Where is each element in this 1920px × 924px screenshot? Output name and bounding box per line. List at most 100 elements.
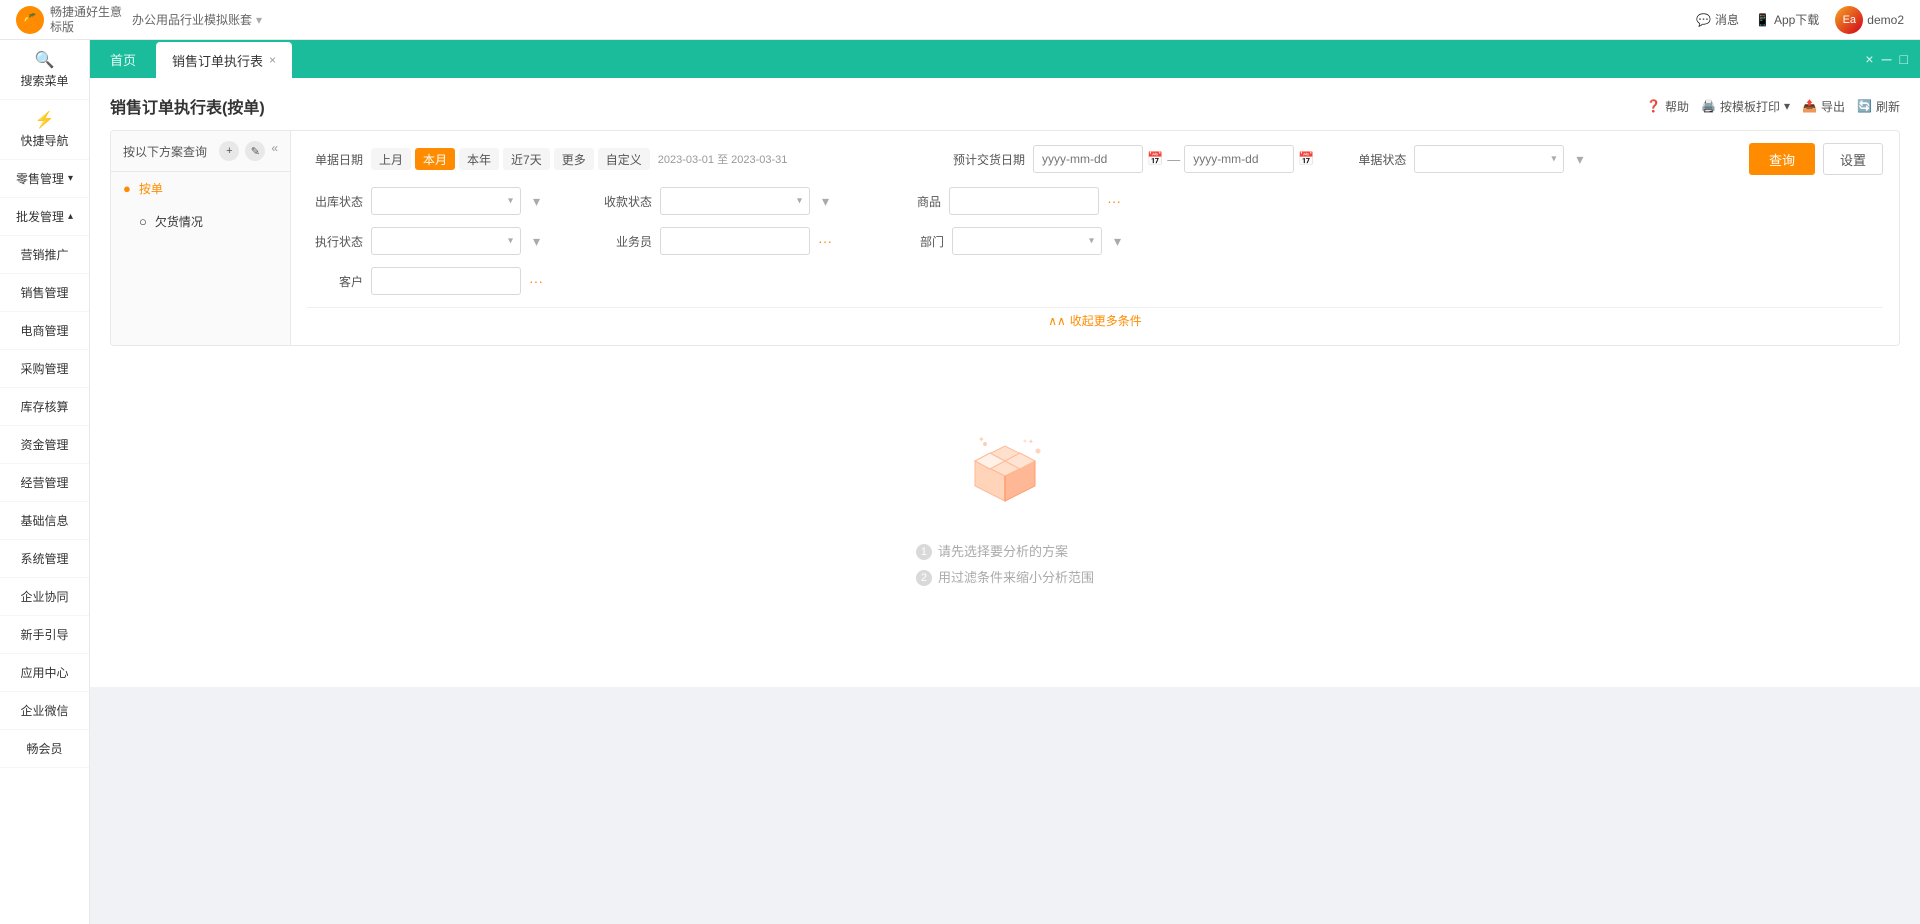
order-status-select-wrap: [1414, 145, 1564, 173]
date-tag-current-month[interactable]: 本月: [415, 148, 455, 170]
sidebar-item-marketing[interactable]: 营销推广: [0, 236, 89, 274]
date-tag-last-month[interactable]: 上月: [371, 148, 411, 170]
scheme-item-order[interactable]: ● 按单: [111, 172, 290, 205]
logo-text: 畅捷通好生意 标版: [50, 5, 122, 34]
close-window-icon[interactable]: ×: [1865, 51, 1873, 67]
top-bar-right: 💬 消息 📱 App下载 Ea demo2: [1696, 6, 1904, 34]
minimize-icon[interactable]: ─: [1882, 51, 1892, 67]
filter-field-delivery: 出库状态 ▾: [307, 187, 540, 215]
export-icon: 📤: [1802, 99, 1817, 113]
salesperson-label: 业务员: [596, 233, 652, 250]
sidebar-item-basic[interactable]: 基础信息: [0, 502, 89, 540]
sidebar-item-inventory[interactable]: 库存核算: [0, 388, 89, 426]
empty-box-svg: ✦ ✦: [960, 426, 1050, 516]
breadcrumb-dropdown-icon[interactable]: ▾: [256, 13, 262, 27]
content-body: 按以下方案查询 + ✎ «: [110, 130, 1900, 346]
sidebar-item-quick-nav[interactable]: ⚡ 快捷导航: [0, 100, 89, 160]
breadcrumb[interactable]: 办公用品行业模拟账套 ▾: [132, 11, 262, 28]
search-button[interactable]: 查询: [1749, 143, 1815, 175]
app-download-button[interactable]: 📱 App下载: [1755, 11, 1819, 28]
tab-sales-order[interactable]: 销售订单执行表 ×: [156, 42, 292, 78]
top-bar-left: 🍊 畅捷通好生意 标版 办公用品行业模拟账套 ▾: [16, 5, 262, 34]
date-tag-current-year[interactable]: 本年: [459, 148, 499, 170]
sidebar-item-purchase[interactable]: 采购管理: [0, 350, 89, 388]
exec-status-select[interactable]: [371, 227, 521, 255]
scheme-edit-button[interactable]: ✎: [245, 141, 265, 161]
sidebar-item-finance[interactable]: 资金管理: [0, 426, 89, 464]
scheme-item-shortage[interactable]: ○ 欠货情况: [111, 205, 290, 238]
sidebar-item-system[interactable]: 系统管理: [0, 540, 89, 578]
filter-field-receipt: 收款状态 ▾: [596, 187, 829, 215]
user-menu[interactable]: Ea demo2: [1835, 6, 1904, 34]
sidebar-item-wholesale[interactable]: 批发管理 ▴: [0, 198, 89, 236]
maximize-icon[interactable]: □: [1900, 51, 1908, 67]
settings-button[interactable]: 设置: [1823, 143, 1883, 175]
delivery-dropdown-icon[interactable]: ▾: [533, 193, 540, 210]
collapse-row[interactable]: ∧∧ 收起更多条件: [307, 307, 1883, 333]
expected-date-start[interactable]: [1033, 145, 1143, 173]
filter-field-product: 商品 ···: [885, 187, 1121, 215]
sidebar-item-sales[interactable]: 销售管理: [0, 274, 89, 312]
customer-more-icon[interactable]: ···: [529, 273, 543, 289]
svg-text:✦: ✦: [978, 435, 985, 444]
receipt-status-wrap: [660, 187, 810, 215]
customer-label: 客户: [307, 273, 363, 290]
refresh-button[interactable]: 🔄 刷新: [1857, 98, 1900, 115]
help-button[interactable]: ❓ 帮助: [1646, 98, 1689, 115]
expected-date-end[interactable]: [1184, 145, 1294, 173]
print-button[interactable]: 🖨️ 按模板打印 ▾: [1701, 98, 1790, 115]
filter-field-customer: 客户 ···: [307, 267, 543, 295]
order-status-expand-icon[interactable]: ▾: [1576, 151, 1583, 168]
exec-dropdown-icon[interactable]: ▾: [533, 233, 540, 250]
receipt-dropdown-icon[interactable]: ▾: [822, 193, 829, 210]
print-dropdown-icon[interactable]: ▾: [1784, 99, 1790, 113]
sidebar-item-ecommerce[interactable]: 电商管理: [0, 312, 89, 350]
customer-input[interactable]: [371, 267, 521, 295]
sidebar-item-member[interactable]: 畅会员: [0, 730, 89, 768]
date-tag-custom[interactable]: 自定义: [598, 148, 650, 170]
calendar-end-icon[interactable]: 📅: [1298, 151, 1314, 167]
product-input[interactable]: [949, 187, 1099, 215]
salesperson-input[interactable]: [660, 227, 810, 255]
date-separator: —: [1167, 152, 1180, 167]
page-title: 销售订单执行表(按单): [110, 94, 265, 118]
sidebar-item-retail[interactable]: 零售管理 ▾: [0, 160, 89, 198]
filter-row-1: 单据日期 上月 本月 本年 近7天 更多 自定义 2023-03-01 至 20…: [307, 143, 1883, 175]
sidebar-item-onboarding[interactable]: 新手引导: [0, 616, 89, 654]
sidebar-item-enterprise[interactable]: 企业协同: [0, 578, 89, 616]
delivery-status-label: 出库状态: [307, 193, 363, 210]
receipt-status-select[interactable]: [660, 187, 810, 215]
scheme-header: 按以下方案查询 + ✎ «: [111, 131, 290, 172]
message-icon: 💬: [1696, 13, 1711, 27]
dept-dropdown-icon[interactable]: ▾: [1114, 233, 1121, 250]
chevron-down-icon: ▾: [68, 173, 73, 184]
scheme-collapse-button[interactable]: «: [271, 141, 278, 161]
search-action-area: 查询 设置: [1749, 143, 1883, 175]
chevron-up-icon: ▴: [68, 211, 73, 222]
sidebar-item-operations[interactable]: 经营管理: [0, 464, 89, 502]
salesperson-more-icon[interactable]: ···: [818, 233, 832, 249]
order-status-select[interactable]: [1414, 145, 1564, 173]
date-tag-more[interactable]: 更多: [554, 148, 594, 170]
product-more-icon[interactable]: ···: [1107, 193, 1121, 209]
page-content: 销售订单执行表(按单) ❓ 帮助 🖨️ 按模板打印 ▾ 📤: [90, 78, 1920, 924]
scheme-panel: 按以下方案查询 + ✎ «: [111, 131, 291, 345]
message-button[interactable]: 💬 消息: [1696, 11, 1739, 28]
export-button[interactable]: 📤 导出: [1802, 98, 1845, 115]
date-tag-row: 上月 本月 本年 近7天 更多 自定义 2023-03-01 至 2023-03…: [371, 148, 787, 170]
collapse-up-icon: ∧∧: [1048, 314, 1066, 328]
sidebar-item-search[interactable]: 🔍 搜索菜单: [0, 40, 89, 100]
sidebar-item-wechat[interactable]: 企业微信: [0, 692, 89, 730]
tab-home[interactable]: 首页: [90, 40, 156, 78]
scheme-add-button[interactable]: +: [219, 141, 239, 161]
dept-select[interactable]: [952, 227, 1102, 255]
filter-field-salesperson: 业务员 ···: [596, 227, 832, 255]
dept-label: 部门: [888, 233, 944, 250]
tab-close-icon[interactable]: ×: [269, 53, 276, 67]
print-icon: 🖨️: [1701, 99, 1716, 113]
calendar-start-icon[interactable]: 📅: [1147, 151, 1163, 167]
sidebar-item-appstore[interactable]: 应用中心: [0, 654, 89, 692]
date-tag-last-7-days[interactable]: 近7天: [503, 148, 550, 170]
quick-nav-icon: ⚡: [4, 110, 85, 130]
delivery-status-select[interactable]: [371, 187, 521, 215]
